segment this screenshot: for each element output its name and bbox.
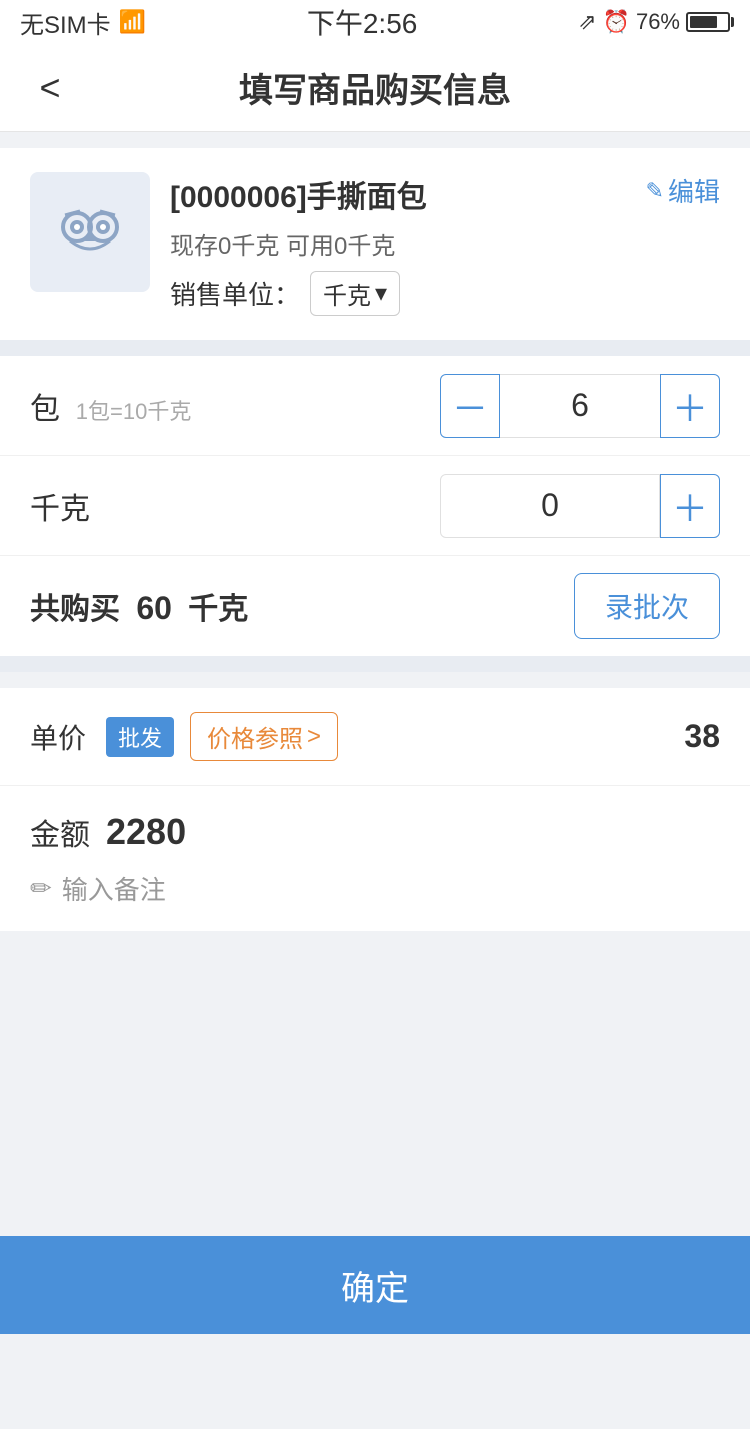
confirm-button[interactable]: 确定 <box>0 1236 750 1334</box>
location-icon: ⇗ <box>578 9 596 35</box>
kg-label-main: 千克 <box>30 493 90 526</box>
unit-label: 销售单位： <box>170 275 300 312</box>
unit-select[interactable]: 千克 ▾ <box>310 271 400 316</box>
remark-placeholder: 输入备注 <box>62 870 166 907</box>
total-unit: 千克 <box>188 593 248 626</box>
back-icon: < <box>39 67 60 109</box>
product-name: [0000006]手撕面包 <box>170 172 427 216</box>
product-unit-row: 销售单位： 千克 ▾ <box>170 271 720 316</box>
confirm-label: 确定 <box>341 1261 409 1310</box>
product-stock: 现存0千克 可用0千克 <box>170 226 720 261</box>
total-text: 共购买 60 千克 <box>30 584 248 628</box>
status-right: ⇗ ⏰ 76% <box>578 9 730 35</box>
price-ref-arrow: > <box>307 723 321 751</box>
kg-increase-button[interactable]: ＋ <box>660 474 720 538</box>
total-label: 共购买 <box>30 593 120 626</box>
kg-label: 千克 <box>30 484 440 528</box>
total-row: 共购买 60 千克 录批次 <box>0 556 750 656</box>
price-ref-label: 价格参照 <box>207 719 303 754</box>
bag-input-row: 包 1包=10千克 － ＋ <box>0 356 750 456</box>
wifi-icon: 📶 <box>119 9 146 35</box>
edit-label: 编辑 <box>668 172 720 209</box>
bag-qty-input[interactable] <box>500 374 660 438</box>
kg-qty-input[interactable] <box>440 474 660 538</box>
back-button[interactable]: < <box>20 58 80 118</box>
price-reference-button[interactable]: 价格参照 > <box>190 712 338 761</box>
page-title: 填写商品购买信息 <box>239 63 511 112</box>
status-bar: 无SIM卡 📶 下午2:56 ⇗ ⏰ 76% <box>0 0 750 44</box>
price-label: 单价 <box>30 717 86 757</box>
owl-logo-icon <box>50 197 130 267</box>
status-time: 下午2:56 <box>307 2 418 42</box>
bag-label: 包 1包=10千克 <box>30 384 440 428</box>
remark-row[interactable]: ✏ 输入备注 <box>30 870 720 907</box>
alarm-icon: ⏰ <box>603 9 630 35</box>
section-separator-1 <box>0 340 750 356</box>
price-row: 单价 批发 价格参照 > 38 <box>0 688 750 786</box>
bag-label-main: 包 <box>30 393 60 426</box>
nav-bar: < 填写商品购买信息 <box>0 44 750 132</box>
edit-icon: ✎ <box>646 178 664 204</box>
bag-increase-button[interactable]: ＋ <box>660 374 720 438</box>
product-thumbnail <box>50 192 130 272</box>
amount-section: 金额 2280 ✏ 输入备注 <box>0 786 750 931</box>
kg-input-row: 千克 ＋ <box>0 456 750 556</box>
unit-dropdown-icon: ▾ <box>375 279 387 308</box>
pencil-icon: ✏ <box>30 873 52 904</box>
edit-button[interactable]: ✎ 编辑 <box>646 172 720 209</box>
status-left: 无SIM卡 📶 <box>20 5 146 40</box>
bag-decrease-button[interactable]: － <box>440 374 500 438</box>
price-value: 38 <box>684 718 720 755</box>
battery-icon <box>686 12 730 32</box>
bag-label-hint: 1包=10千克 <box>76 399 192 424</box>
product-image <box>30 172 150 292</box>
product-card: [0000006]手撕面包 ✎ 编辑 现存0千克 可用0千克 销售单位： 千克 … <box>0 148 750 340</box>
unit-value: 千克 <box>323 276 371 311</box>
bag-input-section: 包 1包=10千克 － ＋ 千克 ＋ <box>0 356 750 556</box>
kg-qty-control: ＋ <box>440 474 720 538</box>
bag-qty-control: － ＋ <box>440 374 720 438</box>
amount-row: 金额 2280 <box>30 810 720 854</box>
product-info: [0000006]手撕面包 ✎ 编辑 现存0千克 可用0千克 销售单位： 千克 … <box>170 172 720 316</box>
amount-label: 金额 <box>30 810 90 854</box>
price-section: 单价 批发 价格参照 > 38 <box>0 688 750 786</box>
section-separator-2 <box>0 656 750 672</box>
carrier-text: 无SIM卡 <box>20 5 111 40</box>
price-type-tag: 批发 <box>106 717 174 757</box>
battery-percent: 76% <box>636 9 680 35</box>
amount-value: 2280 <box>106 811 186 853</box>
total-qty: 60 <box>136 590 172 626</box>
batch-button[interactable]: 录批次 <box>574 573 720 639</box>
